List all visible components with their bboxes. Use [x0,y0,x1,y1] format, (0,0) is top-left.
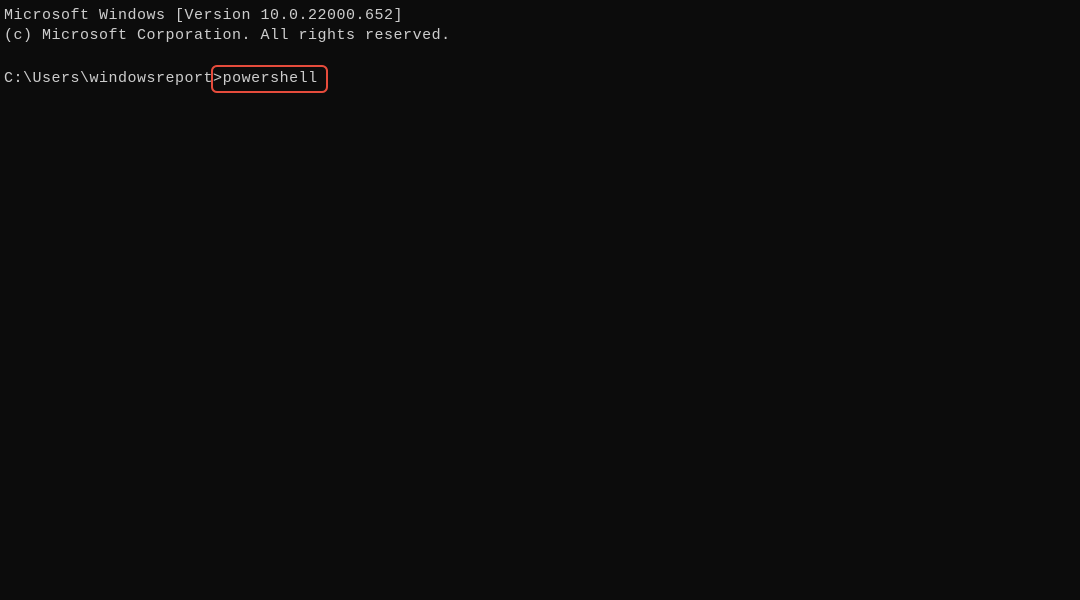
os-banner-line-1: Microsoft Windows [Version 10.0.22000.65… [4,6,1076,26]
command-prompt-line[interactable]: C:\Users\windowsreport>powershell [4,65,1076,93]
prompt-symbol: > [213,70,223,87]
prompt-path: C:\Users\windowsreport [4,70,213,87]
command-highlight-annotation: >powershell [211,65,328,93]
typed-command[interactable]: powershell [223,70,318,87]
os-banner-line-2: (c) Microsoft Corporation. All rights re… [4,26,1076,46]
